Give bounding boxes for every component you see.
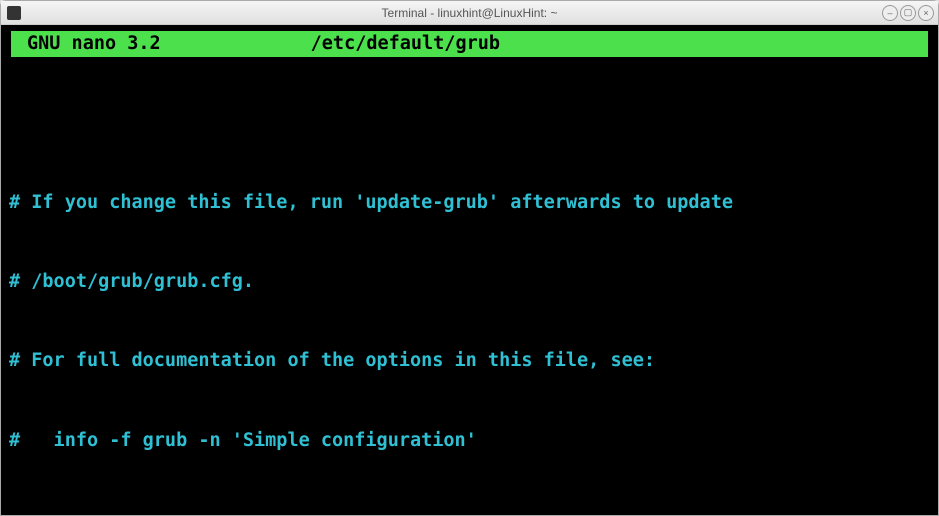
close-button[interactable]: × bbox=[918, 5, 934, 21]
titlebar: Terminal - linuxhint@LinuxHint: ~ ‒ ▢ × bbox=[1, 1, 938, 25]
file-line: # info -f grub -n 'Simple configuration' bbox=[9, 428, 930, 454]
nano-header: GNU nano 3.2 /etc/default/grub bbox=[11, 31, 928, 57]
maximize-button[interactable]: ▢ bbox=[900, 5, 916, 21]
nano-app-name: GNU nano 3.2 bbox=[11, 31, 161, 57]
window-controls: ‒ ▢ × bbox=[882, 5, 934, 21]
file-line: # If you change this file, run 'update-g… bbox=[9, 190, 930, 216]
terminal-content[interactable]: GNU nano 3.2 /etc/default/grub # If you … bbox=[1, 25, 938, 515]
terminal-icon bbox=[7, 6, 21, 20]
editor-content[interactable]: # If you change this file, run 'update-g… bbox=[7, 57, 932, 515]
file-line: # /boot/grub/grub.cfg. bbox=[9, 269, 930, 295]
terminal-window: Terminal - linuxhint@LinuxHint: ~ ‒ ▢ × … bbox=[0, 0, 939, 516]
minimize-button[interactable]: ‒ bbox=[882, 5, 898, 21]
window-title: Terminal - linuxhint@LinuxHint: ~ bbox=[382, 6, 558, 20]
nano-file-path: /etc/default/grub bbox=[161, 31, 928, 57]
file-line: # For full documentation of the options … bbox=[9, 348, 930, 374]
